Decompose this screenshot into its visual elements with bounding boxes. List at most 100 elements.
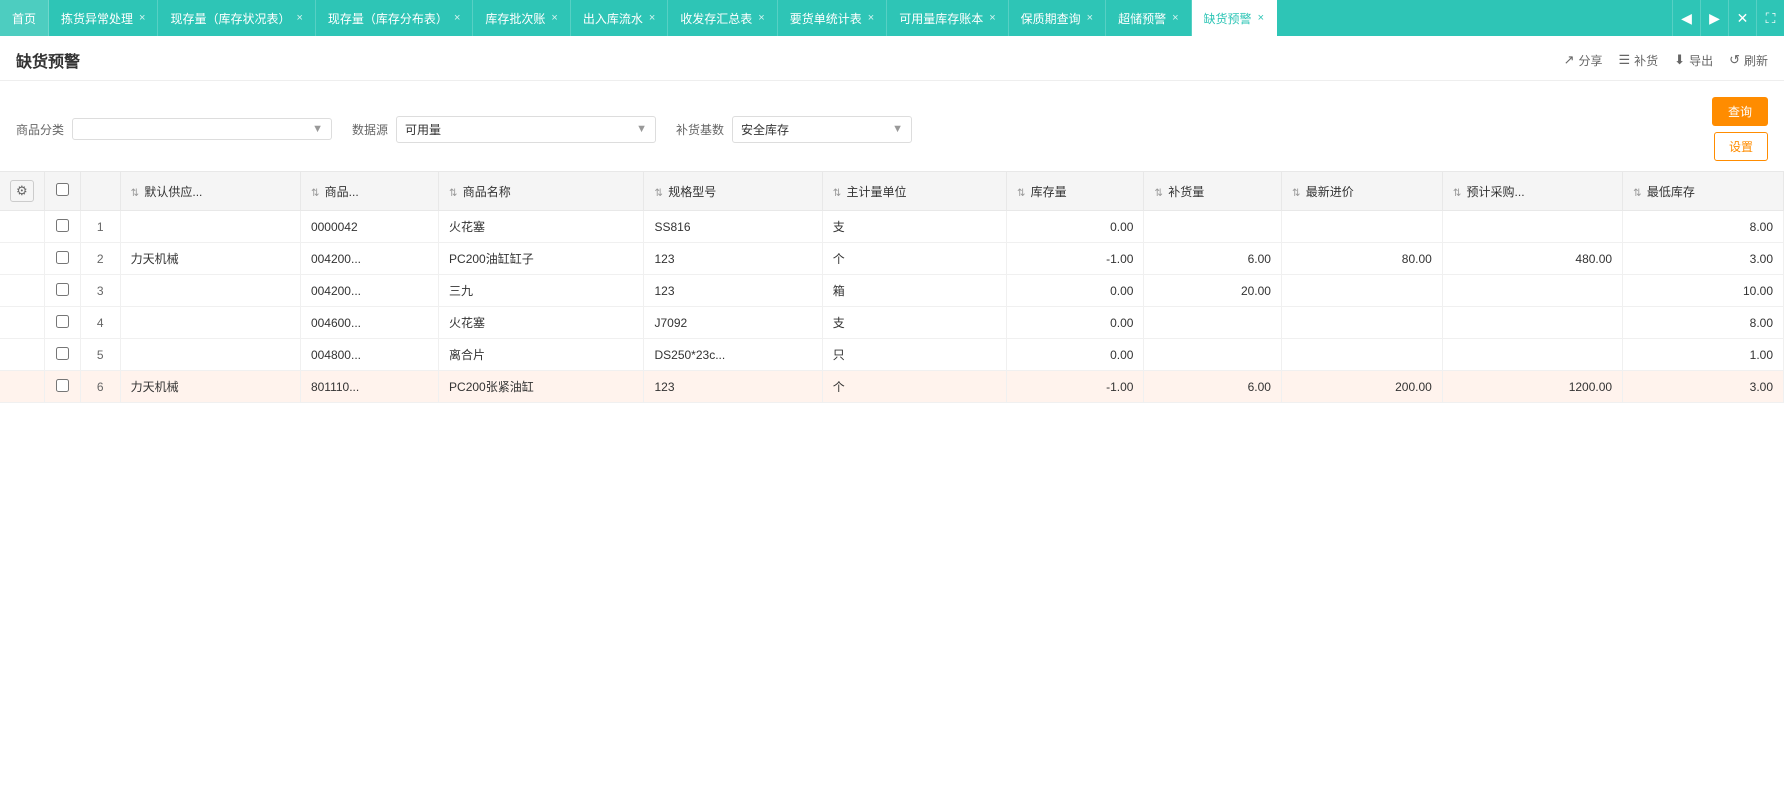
row-checkbox[interactable] [56, 347, 69, 360]
th-spec: ⇅ 规格型号 [644, 172, 822, 211]
nav-tab-1[interactable]: 拣货异常处理 × [49, 0, 158, 36]
close-tab-10[interactable]: × [1172, 12, 1178, 24]
row-checkbox-cell [44, 275, 80, 307]
sort-icon: ⇅ [1633, 188, 1641, 199]
nav-tab-home[interactable]: 首页 [0, 0, 49, 36]
replenish-base-select[interactable]: 安全库存 ▼ [732, 116, 912, 143]
row-seq: 6 [80, 371, 120, 403]
row-spec: 123 [644, 371, 822, 403]
page-header: 缺货预警 ↗ 分享 ☰ 补货 ⬇ 导出 ↺ 刷新 [0, 36, 1784, 81]
th-latest-price: ⇅ 最新进价 [1281, 172, 1442, 211]
nav-close[interactable]: ✕ [1728, 0, 1756, 36]
close-tab-5[interactable]: × [649, 12, 655, 24]
row-seq: 1 [80, 211, 120, 243]
nav-scroll-right[interactable]: ▶ [1700, 0, 1728, 36]
nav-scroll-left[interactable]: ◀ [1672, 0, 1700, 36]
row-estimated-purchase [1442, 339, 1622, 371]
table-row: 1 0000042 火花塞 SS816 支 0.00 8.00 [0, 211, 1784, 243]
nav-tab-4[interactable]: 库存批次账 × [473, 0, 570, 36]
nav-tab-5[interactable]: 出入库流水 × [571, 0, 668, 36]
share-icon: ↗ [1564, 52, 1575, 68]
table-row: 6 力天机械 801110... PC200张紧油缸 123 个 -1.00 6… [0, 371, 1784, 403]
row-gear-cell [0, 371, 44, 403]
row-checkbox[interactable] [56, 219, 69, 232]
close-tab-9[interactable]: × [1087, 12, 1093, 24]
sort-icon: ⇅ [1453, 188, 1461, 199]
datasource-select[interactable]: 可用量 ▼ [396, 116, 656, 143]
row-replenish [1144, 307, 1282, 339]
table-row: 4 004600... 火花塞 J7092 支 0.00 8.00 [0, 307, 1784, 339]
row-checkbox[interactable] [56, 283, 69, 296]
row-unit: 个 [822, 371, 1006, 403]
main-table: ⚙ ⇅ 默认供应... ⇅ 商品... ⇅ [0, 171, 1784, 403]
close-tab-6[interactable]: × [758, 12, 764, 24]
row-estimated-purchase [1442, 275, 1622, 307]
share-button[interactable]: ↗ 分享 [1564, 52, 1603, 69]
page-title: 缺货预警 [16, 48, 1564, 72]
replenish-base-label: 补货基数 [676, 121, 724, 138]
row-product-code: 0000042 [300, 211, 438, 243]
row-min-stock: 3.00 [1623, 371, 1784, 403]
row-stock: 0.00 [1006, 211, 1144, 243]
row-latest-price [1281, 307, 1442, 339]
column-settings-button[interactable]: ⚙ [10, 180, 34, 202]
close-tab-1[interactable]: × [139, 12, 145, 24]
nav-tab-10[interactable]: 超储预警 × [1106, 0, 1191, 36]
refresh-button[interactable]: ↺ 刷新 [1729, 52, 1768, 69]
query-button[interactable]: 查询 [1712, 97, 1768, 126]
nav-tab-6[interactable]: 收发存汇总表 × [668, 0, 777, 36]
export-button[interactable]: ⬇ 导出 [1674, 52, 1713, 69]
category-select[interactable]: ▼ [72, 118, 332, 140]
nav-tab-7[interactable]: 要货单统计表 × [778, 0, 887, 36]
nav-tab-9[interactable]: 保质期查询 × [1009, 0, 1106, 36]
nav-tab-8[interactable]: 可用量库存账本 × [887, 0, 1008, 36]
row-min-stock: 1.00 [1623, 339, 1784, 371]
row-replenish: 6.00 [1144, 371, 1282, 403]
th-checkbox [44, 172, 80, 211]
close-tab-8[interactable]: × [989, 12, 995, 24]
row-unit: 支 [822, 307, 1006, 339]
sort-icon: ⇅ [1017, 188, 1025, 199]
settings-button[interactable]: 设置 [1714, 132, 1768, 161]
nav-controls: ◀ ▶ ✕ ⛶ [1672, 0, 1784, 36]
row-gear-cell [0, 275, 44, 307]
row-checkbox[interactable] [56, 251, 69, 264]
row-product-code: 004200... [300, 275, 438, 307]
row-checkbox[interactable] [56, 379, 69, 392]
nav-tab-11[interactable]: 缺货预警 × [1192, 0, 1277, 36]
row-estimated-purchase: 1200.00 [1442, 371, 1622, 403]
replenish-button[interactable]: ☰ 补货 [1618, 52, 1658, 69]
row-seq: 4 [80, 307, 120, 339]
close-tab-2[interactable]: × [296, 12, 302, 24]
close-tab-11[interactable]: × [1258, 12, 1264, 24]
table-row: 5 004800... 离合片 DS250*23c... 只 0.00 1.00 [0, 339, 1784, 371]
close-tab-4[interactable]: × [551, 12, 557, 24]
row-checkbox[interactable] [56, 315, 69, 328]
row-supplier: 力天机械 [120, 243, 300, 275]
row-supplier [120, 275, 300, 307]
row-seq: 2 [80, 243, 120, 275]
table-wrapper: ⚙ ⇅ 默认供应... ⇅ 商品... ⇅ [0, 171, 1784, 403]
row-stock: -1.00 [1006, 243, 1144, 275]
row-min-stock: 10.00 [1623, 275, 1784, 307]
row-product-code: 004800... [300, 339, 438, 371]
filter-group-datasource: 数据源 可用量 ▼ [352, 116, 656, 143]
table-row: 3 004200... 三九 123 箱 0.00 20.00 10.00 [0, 275, 1784, 307]
replenish-base-chevron-icon: ▼ [892, 123, 903, 135]
sort-icon: ⇅ [833, 188, 841, 199]
nav-fullscreen[interactable]: ⛶ [1756, 0, 1784, 36]
close-tab-7[interactable]: × [868, 12, 874, 24]
nav-tab-2[interactable]: 现存量（库存状况表） × [158, 0, 315, 36]
replenish-icon: ☰ [1618, 52, 1630, 68]
row-estimated-purchase: 480.00 [1442, 243, 1622, 275]
row-product-name: 三九 [439, 275, 644, 307]
close-tab-3[interactable]: × [454, 12, 460, 24]
th-stock: ⇅ 库存量 [1006, 172, 1144, 211]
select-all-checkbox[interactable] [56, 183, 69, 196]
row-latest-price [1281, 275, 1442, 307]
row-product-name: 火花塞 [439, 211, 644, 243]
row-product-name: PC200张紧油缸 [439, 371, 644, 403]
row-spec: 123 [644, 275, 822, 307]
nav-tab-3[interactable]: 现存量（库存分布表） × [316, 0, 473, 36]
sort-icon: ⇅ [1154, 188, 1162, 199]
